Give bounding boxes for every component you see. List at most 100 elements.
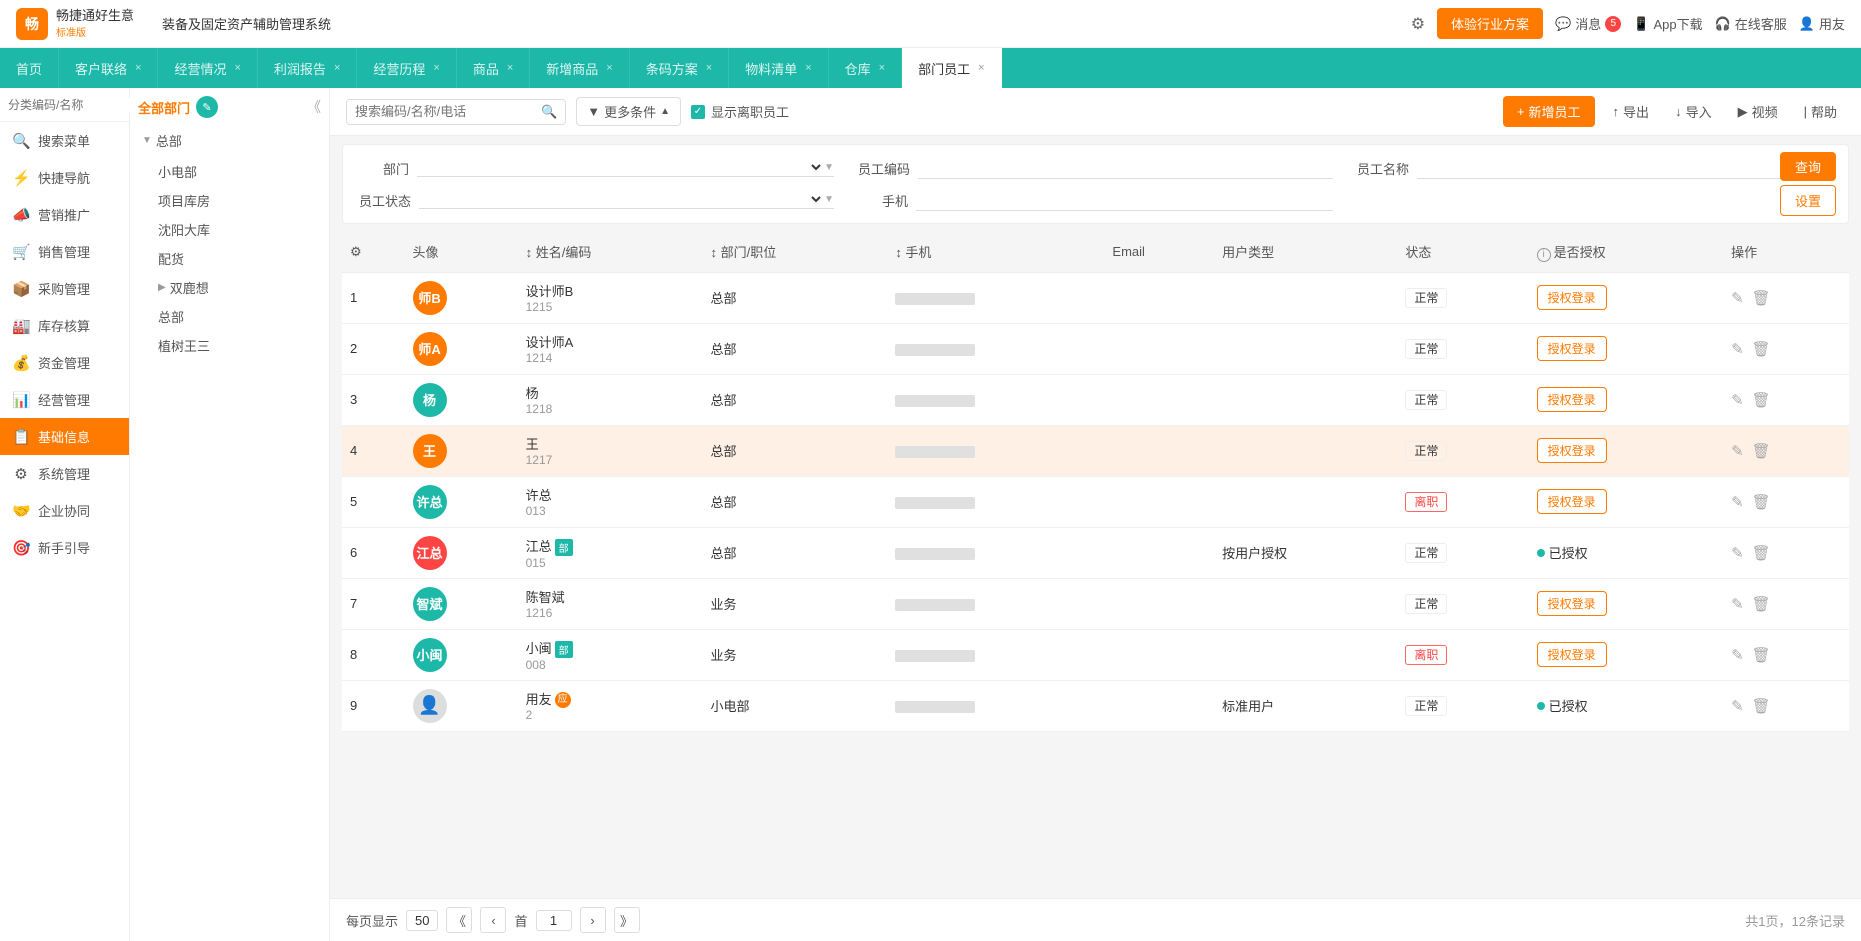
dept-tree-item-zhishu[interactable]: 植树王三 [134,331,325,360]
delete-button[interactable]: 🗑 [1752,391,1771,409]
edit-button[interactable]: ✎ [1731,697,1744,715]
tab-operation[interactable]: 经营情况 × [158,48,257,88]
auth-button[interactable]: 授权登录 [1537,489,1607,514]
delete-button[interactable]: 🗑 [1752,697,1771,715]
auth-info-icon[interactable]: i [1537,248,1551,262]
help-button[interactable]: | 帮助 [1796,98,1845,125]
tab-new-product-close[interactable]: × [606,62,612,74]
edit-button[interactable]: ✎ [1731,595,1744,613]
th-dept[interactable]: ↕ 部门/职位 [702,232,887,272]
th-phone[interactable]: ↕ 手机 [887,232,1104,272]
tab-new-product[interactable]: 新增商品 × [530,48,629,88]
row-auth[interactable]: 授权登录 [1529,323,1724,374]
th-settings[interactable]: ⚙ [342,232,405,272]
dept-tree-item-zongbu[interactable]: 总部 [134,302,325,331]
edit-button[interactable]: ✎ [1731,646,1744,664]
tab-history[interactable]: 经营历程 × [357,48,456,88]
dept-edit-button[interactable]: ✎ [196,96,218,118]
query-button[interactable]: 查询 [1780,152,1836,181]
tab-barcode[interactable]: 条码方案 × [630,48,729,88]
filter-status-select[interactable] [419,191,824,208]
row-auth[interactable]: 授权登录 [1529,629,1724,680]
tab-customer[interactable]: 客户联络 × [59,48,158,88]
view-button[interactable]: ▶ 视频 [1730,98,1786,125]
edit-button[interactable]: ✎ [1731,442,1744,460]
tab-employee-close[interactable]: × [978,62,984,74]
row-auth[interactable]: 授权登录 [1529,374,1724,425]
tab-product[interactable]: 商品 × [457,48,530,88]
settings-icon[interactable]: ⚙ [1411,14,1425,34]
dept-tree-item-shenyang[interactable]: 沈阳大库 [134,215,325,244]
more-filter-button[interactable]: ▼ 更多条件 ▲ [576,97,681,126]
tab-operation-close[interactable]: × [234,62,240,74]
th-name[interactable]: ↕ 姓名/编码 [518,232,703,272]
delete-button[interactable]: 🗑 [1752,595,1771,613]
search-icon[interactable]: 🔍 [541,104,557,120]
service-button[interactable]: 🎧 在线客服 [1715,14,1787,33]
auth-button[interactable]: 授权登录 [1537,642,1607,667]
dept-tree-item-xiaodian[interactable]: 小电部 [134,157,325,186]
sidebar-item-basic-info[interactable]: 📋 基础信息 [0,418,129,455]
show-resigned-checkbox[interactable]: ✓ [691,105,705,119]
row-auth[interactable]: 授权登录 [1529,272,1724,323]
tab-barcode-close[interactable]: × [706,62,712,74]
page-size-select[interactable]: 50 [406,910,438,931]
sidebar-item-quick-nav[interactable]: ⚡ 快捷导航 [0,159,129,196]
next-page-button[interactable]: › [580,907,606,933]
all-dept-label[interactable]: 全部部门 [138,98,190,117]
edit-button[interactable]: ✎ [1731,391,1744,409]
tab-history-close[interactable]: × [433,62,439,74]
sidebar-item-purchase[interactable]: 📦 采购管理 [0,270,129,307]
dept-tree-item-headquarter[interactable]: ▼ 总部 [134,126,325,155]
row-auth[interactable]: 授权登录 [1529,425,1724,476]
filter-phone-input[interactable] [916,189,1333,211]
auth-button[interactable]: 授权登录 [1537,285,1607,310]
prev-page-button[interactable]: ‹ [480,907,506,933]
sidebar-item-collab[interactable]: 🤝 企业协同 [0,492,129,529]
trial-button[interactable]: 体验行业方案 [1437,8,1543,39]
row-auth[interactable]: 授权登录 [1529,476,1724,527]
filter-empname-input[interactable] [1417,157,1832,179]
edit-button[interactable]: ✎ [1731,544,1744,562]
edit-button[interactable]: ✎ [1731,289,1744,307]
tab-profit[interactable]: 利润报告 × [258,48,357,88]
tab-warehouse-close[interactable]: × [879,62,885,74]
tab-bom[interactable]: 物料清单 × [729,48,828,88]
delete-button[interactable]: 🗑 [1752,442,1771,460]
delete-button[interactable]: 🗑 [1752,544,1771,562]
sidebar-item-search[interactable]: 🔍 搜索菜单 [0,122,129,159]
auth-button[interactable]: 授权登录 [1537,438,1607,463]
filter-empcode-input[interactable] [918,157,1333,179]
dept-tree-item-pehuo[interactable]: 配货 [134,244,325,273]
delete-button[interactable]: 🗑 [1752,493,1771,511]
auth-button[interactable]: 授权登录 [1537,591,1607,616]
sidebar-item-business[interactable]: 📊 经营管理 [0,381,129,418]
delete-button[interactable]: 🗑 [1752,289,1771,307]
edit-button[interactable]: ✎ [1731,340,1744,358]
sidebar-item-guide[interactable]: 🎯 新手引导 [0,529,129,566]
tab-employee[interactable]: 部门员工 × [902,48,1001,88]
first-page-button[interactable]: 《 [446,907,472,933]
import-button[interactable]: ↓ 导入 [1667,98,1720,125]
tab-customer-close[interactable]: × [135,62,141,74]
user-menu-button[interactable]: 👤 用友 [1799,14,1845,33]
auth-button[interactable]: 授权登录 [1537,336,1607,361]
delete-button[interactable]: 🗑 [1752,340,1771,358]
message-button[interactable]: 💬 消息 5 [1555,14,1621,33]
row-auth[interactable]: 授权登录 [1529,578,1724,629]
last-page-button[interactable]: 》 [614,907,640,933]
sidebar-item-sales[interactable]: 🛒 销售管理 [0,233,129,270]
dept-tree-item-shuanglu[interactable]: ▶ 双鹿想 [134,273,325,302]
sidebar-item-inventory[interactable]: 🏭 库存核算 [0,307,129,344]
add-employee-button[interactable]: + 新增员工 [1503,96,1595,127]
show-resigned-wrap[interactable]: ✓ 显示离职员工 [691,102,789,121]
search-input[interactable] [355,104,535,119]
sidebar-item-finance[interactable]: 💰 资金管理 [0,344,129,381]
edit-button[interactable]: ✎ [1731,493,1744,511]
sidebar-item-system[interactable]: ⚙ 系统管理 [0,455,129,492]
auth-button[interactable]: 授权登录 [1537,387,1607,412]
sidebar-item-marketing[interactable]: 📣 营销推广 [0,196,129,233]
page-number-input[interactable] [536,910,572,931]
set-button[interactable]: 设置 [1780,185,1836,216]
tab-bom-close[interactable]: × [805,62,811,74]
